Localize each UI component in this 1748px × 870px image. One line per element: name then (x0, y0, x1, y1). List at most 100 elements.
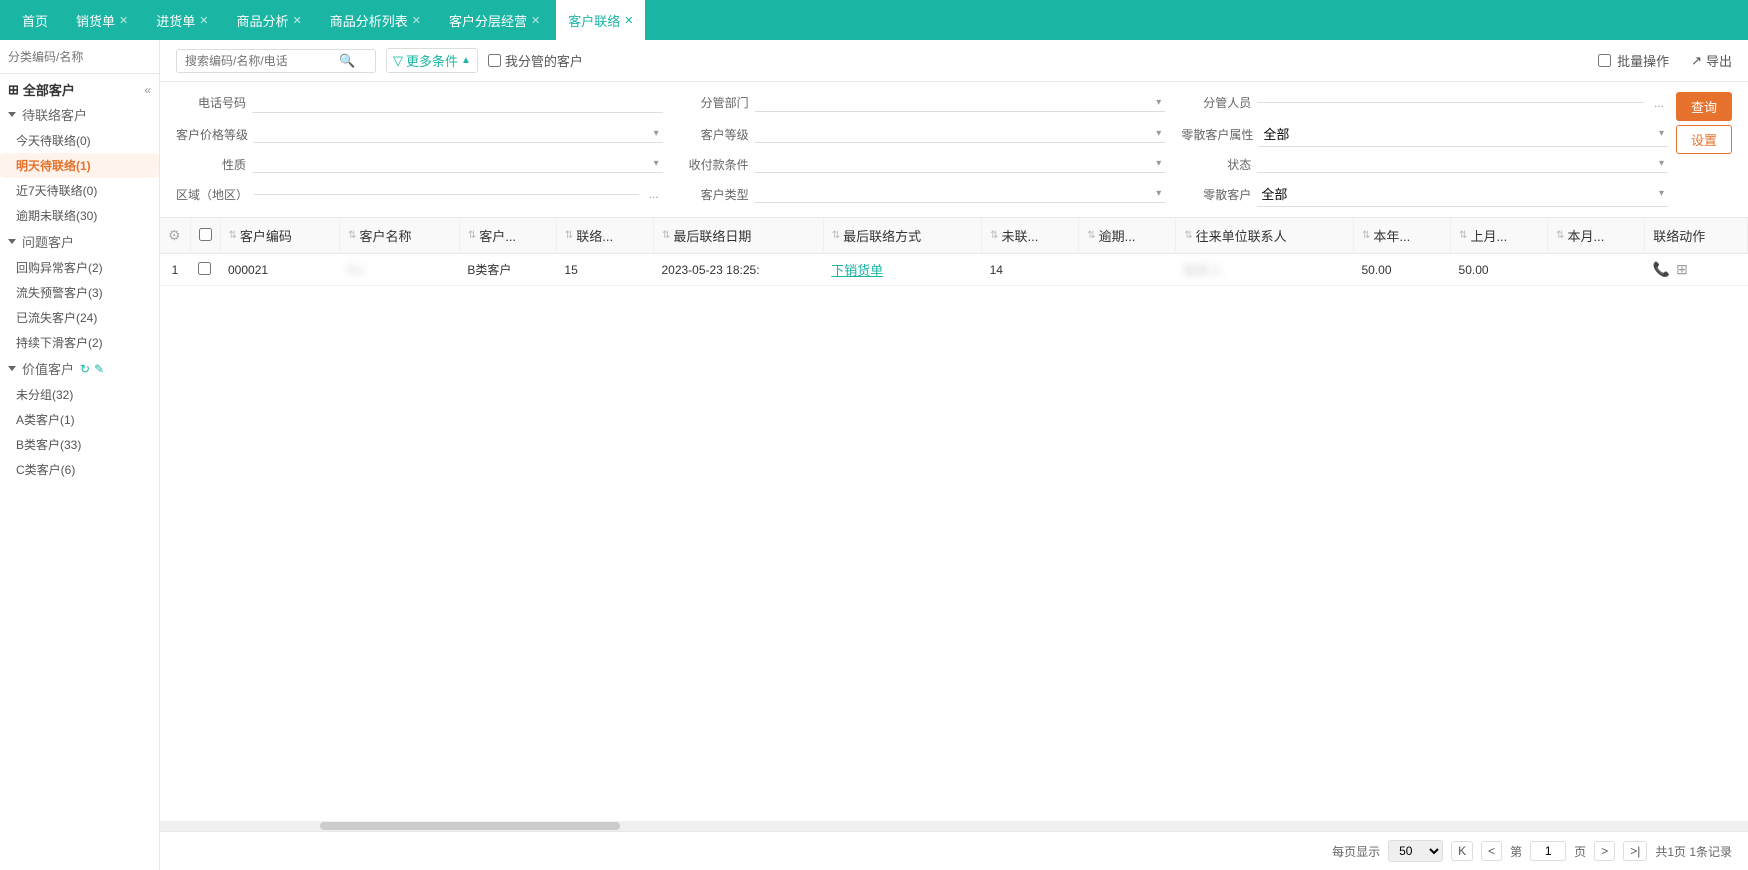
top-navigation: 首页 销货单 ✕ 进货单 ✕ 商品分析 ✕ 商品分析列表 ✕ 客户分层经营 ✕ … (0, 0, 1748, 40)
filter-price-grade-select[interactable]: ▾ (254, 125, 663, 143)
page-unit: 页 (1574, 843, 1586, 860)
chevron-down-icon: ▾ (1659, 158, 1664, 169)
filter-nature-select[interactable]: ▾ (252, 155, 663, 173)
filter-phone: 电话号码 (176, 92, 663, 113)
filter-type-select[interactable]: ▾ (755, 185, 1166, 203)
filter-status-select[interactable]: ▾ (1257, 155, 1668, 173)
th-type: ⇅ 客户... (459, 218, 556, 254)
nav-purchase[interactable]: 进货单 ✕ (144, 0, 220, 40)
page-input[interactable] (1530, 841, 1566, 861)
filter-phone-input[interactable] (252, 92, 663, 113)
chevron-down-icon: ▾ (1156, 128, 1161, 139)
nav-product-analysis[interactable]: 商品分析 ✕ (224, 0, 313, 40)
close-product-analysis-icon[interactable]: ✕ (293, 14, 302, 27)
settings-button[interactable]: 设置 (1676, 125, 1732, 154)
sidebar: 🔍 ⊞ 全部客户 « 待联络客户 今天待联络(0) 明天待联络(1) 近7天待联… (0, 40, 160, 870)
filter-payment-select[interactable]: ▾ (755, 155, 1166, 173)
th-action: 联络动作 (1645, 218, 1748, 254)
sidebar-item-declining[interactable]: 持续下滑客户(2) (0, 330, 159, 355)
query-button[interactable]: 查询 (1676, 92, 1732, 121)
sidebar-item-7days[interactable]: 近7天待联络(0) (0, 178, 159, 203)
more-conditions-btn[interactable]: ▽ 更多条件 ▲ (386, 48, 478, 73)
nav-sales[interactable]: 销货单 ✕ (64, 0, 140, 40)
filter-dept-select[interactable]: ▾ (755, 94, 1166, 112)
close-customer-contact-icon[interactable]: ✕ (624, 14, 633, 27)
row-checkbox[interactable] (198, 262, 211, 275)
filter-type-label: 客户类型 (679, 186, 749, 203)
close-purchase-icon[interactable]: ✕ (199, 14, 208, 27)
next-page-btn[interactable]: > (1594, 841, 1615, 861)
action-icons: 📞 ⊞ (1653, 261, 1740, 278)
batch-op-check[interactable] (1598, 54, 1611, 67)
sidebar-search-input[interactable] (8, 50, 160, 64)
sidebar-item-class-a[interactable]: A类客户(1) (0, 407, 159, 432)
sidebar-item-churn-warning[interactable]: 流失预警客户(3) (0, 280, 159, 305)
search-icon[interactable]: 🔍 (339, 53, 355, 69)
sidebar-item-today[interactable]: 今天待联络(0) (0, 128, 159, 153)
last-page-btn[interactable]: >| (1623, 841, 1647, 861)
filter-grade-select[interactable]: ▾ (755, 125, 1166, 143)
grid-action-icon[interactable]: ⊞ (1676, 261, 1688, 278)
chevron-down-icon: ▾ (1156, 158, 1161, 169)
chevron-down-icon (8, 112, 16, 117)
close-product-list-icon[interactable]: ✕ (412, 14, 421, 27)
filter-person-ellipsis[interactable]: ... (1650, 96, 1668, 110)
content-area: 🔍 ▽ 更多条件 ▲ 我分管的客户 批量操作 ↗ 导出 (160, 40, 1748, 870)
chevron-down-icon: ▾ (654, 128, 659, 139)
th-last-method: ⇅ 最后联络方式 (823, 218, 981, 254)
table-settings-icon[interactable]: ⚙ (168, 227, 181, 243)
th-overdue-sort-icon: ⇅ (1087, 230, 1095, 241)
sidebar-item-abnormal[interactable]: 回购异常客户(2) (0, 255, 159, 280)
export-btn[interactable]: ↗ 导出 (1691, 51, 1732, 70)
filter-region-ellipsis[interactable]: ... (645, 187, 663, 201)
sidebar-item-tomorrow[interactable]: 明天待联络(1) (0, 153, 159, 178)
th-last-month: ⇅ 上月... (1451, 218, 1548, 254)
th-name: ⇅ 客户名称 (340, 218, 460, 254)
filter-payment-label: 收付款条件 (679, 156, 749, 173)
filter-price-grade-label: 客户价格等级 (176, 126, 248, 143)
my-customers-checkbox[interactable]: 我分管的客户 (488, 51, 583, 70)
sidebar-item-class-b[interactable]: B类客户(33) (0, 432, 159, 457)
filter-retail-attr-select[interactable]: 全部 ▾ (1259, 121, 1668, 147)
td-checkbox (190, 254, 220, 286)
select-all-checkbox[interactable] (199, 228, 212, 241)
chevron-down-icon: ▾ (1659, 188, 1664, 199)
th-contact-sort-icon: ⇅ (565, 230, 573, 241)
batch-op-btn[interactable]: 批量操作 (1598, 51, 1669, 70)
sidebar-item-churned[interactable]: 已流失客户(24) (0, 305, 159, 330)
value-customer-refresh-icon[interactable]: ↻ (80, 362, 90, 376)
table-area: ⚙ ⇅ 客户编码 ⇅ (160, 218, 1748, 821)
phone-action-icon[interactable]: 📞 (1653, 261, 1670, 278)
sidebar-item-ungrouped[interactable]: 未分组(32) (0, 382, 159, 407)
my-customers-check[interactable] (488, 54, 501, 67)
search-input[interactable] (185, 54, 335, 68)
filter-row-4: 区域（地区） ... 客户类型 ▾ 零散客户 (176, 181, 1668, 207)
main-layout: 🔍 ⊞ 全部客户 « 待联络客户 今天待联络(0) 明天待联络(1) 近7天待联… (0, 40, 1748, 870)
th-contact-person-sort-icon: ⇅ (1184, 230, 1192, 241)
sidebar-item-class-c[interactable]: C类客户(6) (0, 457, 159, 482)
horizontal-scrollbar[interactable] (160, 821, 1748, 831)
table-row: 1 000021 Ea B类客户 15 2023-05-23 18:25: 下销… (160, 254, 1748, 286)
scrollbar-thumb[interactable] (320, 822, 620, 830)
nav-home[interactable]: 首页 (10, 0, 60, 40)
td-last-method: 下销货单 (823, 254, 981, 286)
close-sales-icon[interactable]: ✕ (119, 14, 128, 27)
first-page-btn[interactable]: K (1451, 841, 1473, 861)
filter-retail-attr: 零散客户属性 全部 ▾ (1181, 121, 1668, 147)
filter-panel: 电话号码 分管部门 ▾ 分管人员 (160, 82, 1748, 218)
close-customer-tier-icon[interactable]: ✕ (531, 14, 540, 27)
th-contact-person: ⇅ 往来单位联系人 (1176, 218, 1354, 254)
filter-retail-select[interactable]: 全部 ▾ (1257, 181, 1668, 207)
prev-page-btn[interactable]: < (1481, 841, 1502, 861)
th-num: ⚙ (160, 218, 190, 254)
nav-customer-contact[interactable]: 客户联络 ✕ (556, 0, 645, 40)
sidebar-item-overdue[interactable]: 逾期未联络(30) (0, 203, 159, 228)
filter-dept-label: 分管部门 (679, 94, 749, 111)
nav-product-analysis-list[interactable]: 商品分析列表 ✕ (318, 0, 433, 40)
value-customer-edit-icon[interactable]: ✎ (94, 362, 104, 376)
td-name: Ea (340, 254, 460, 286)
sidebar-collapse-icon[interactable]: « (144, 83, 151, 97)
last-method-link[interactable]: 下销货单 (831, 263, 883, 278)
per-page-select[interactable]: 50 100 (1388, 840, 1443, 862)
nav-customer-tier[interactable]: 客户分层经营 ✕ (437, 0, 552, 40)
